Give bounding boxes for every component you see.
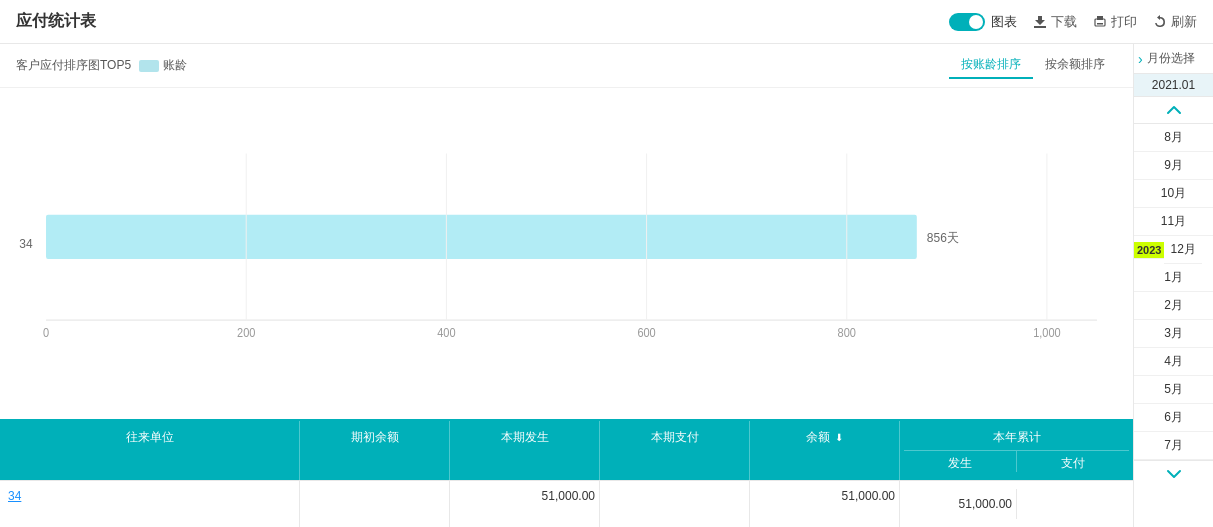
ytd-payment-label: 支付	[1017, 451, 1129, 472]
right-sidebar: › 月份选择 2021.01 8月9月10月11月 202312月1月2月3月4月…	[1133, 44, 1213, 527]
chart-legend: 客户应付排序图TOP5 账龄	[16, 57, 187, 74]
main-content: 客户应付排序图TOP5 账龄 按账龄排序 按余额排序 34	[0, 44, 1213, 527]
month-item[interactable]: 12月	[1164, 236, 1201, 264]
cell-ytd: 51,000.00	[900, 481, 1133, 527]
sort-tabs: 按账龄排序 按余额排序	[949, 52, 1117, 79]
col-header-current-payment: 本期支付	[600, 421, 750, 480]
legend-balance-label: 账龄	[163, 57, 187, 74]
chevron-down-icon	[1166, 469, 1182, 479]
svg-text:34: 34	[19, 236, 32, 251]
month-item[interactable]: 8月	[1134, 124, 1213, 152]
download-icon	[1033, 15, 1047, 29]
cell-unit: 34	[0, 481, 300, 527]
month-item[interactable]: 5月	[1134, 376, 1213, 404]
col-header-current-occur: 本期发生	[450, 421, 600, 480]
chart-svg: 34 856天 0 200 400 600 800 1,000	[16, 98, 1117, 409]
print-button[interactable]: 打印	[1093, 13, 1137, 31]
cell-ytd-occur: 51,000.00	[904, 489, 1017, 519]
col-header-ytd: 本年累计 发生 支付	[900, 421, 1133, 480]
chart-controls: 客户应付排序图TOP5 账龄 按账龄排序 按余额排序	[0, 44, 1133, 88]
download-label: 下载	[1051, 13, 1077, 31]
unit-link[interactable]: 34	[8, 489, 21, 503]
print-label: 打印	[1111, 13, 1137, 31]
table-area: 往来单位 期初余额 本期发生 本期支付 余额 ⬇ 本年累计 发生 支付	[0, 419, 1133, 527]
legend-color-balance	[139, 60, 159, 72]
svg-text:800: 800	[838, 325, 856, 339]
svg-text:400: 400	[437, 325, 455, 339]
refresh-icon	[1153, 15, 1167, 29]
svg-rect-5	[46, 215, 917, 259]
page-title: 应付统计表	[16, 11, 96, 32]
month-item[interactable]: 3月	[1134, 320, 1213, 348]
month-item[interactable]: 7月	[1134, 432, 1213, 460]
balance-icon: ⬇	[835, 432, 843, 443]
sidebar-down-button[interactable]	[1134, 460, 1213, 487]
cell-opening	[300, 481, 450, 527]
month-item[interactable]: 1月	[1134, 264, 1213, 292]
sidebar-header-row: › 月份选择	[1134, 44, 1213, 74]
month-item[interactable]: 9月	[1134, 152, 1213, 180]
legend-balance: 账龄	[139, 57, 187, 74]
sidebar-up-button[interactable]	[1134, 97, 1213, 124]
refresh-button[interactable]: 刷新	[1153, 13, 1197, 31]
chart-wrapper: 34 856天 0 200 400 600 800 1,000	[0, 88, 1133, 419]
svg-text:856天: 856天	[927, 231, 959, 246]
download-button[interactable]: 下载	[1033, 13, 1077, 31]
month-item[interactable]: 2月	[1134, 292, 1213, 320]
col-header-balance: 余额 ⬇	[750, 421, 900, 480]
legend-top5-label: 客户应付排序图TOP5	[16, 57, 131, 74]
svg-text:0: 0	[43, 325, 49, 339]
month-list: 8月9月10月11月 202312月1月2月3月4月5月6月7月	[1134, 124, 1213, 460]
svg-text:1,000: 1,000	[1033, 325, 1061, 339]
chart-toggle[interactable]	[949, 13, 985, 31]
ytd-occur-label: 发生	[904, 451, 1017, 472]
svg-text:600: 600	[637, 325, 655, 339]
month-item[interactable]: 4月	[1134, 348, 1213, 376]
month-item[interactable]: 6月	[1134, 404, 1213, 432]
sidebar-header-label: 月份选择	[1147, 50, 1195, 67]
chart-toggle-group: 图表	[949, 13, 1017, 31]
table-header: 往来单位 期初余额 本期发生 本期支付 余额 ⬇ 本年累计 发生 支付	[0, 421, 1133, 480]
svg-rect-0	[1034, 26, 1046, 28]
col-header-unit: 往来单位	[0, 421, 300, 480]
chevron-right-icon: ›	[1138, 51, 1143, 67]
svg-rect-1	[1095, 19, 1105, 26]
chart-label: 图表	[991, 13, 1017, 31]
table-row: 34 51,000.00 51,000.00 51,000.00	[0, 480, 1133, 527]
sidebar-year-select[interactable]: 2021.01	[1134, 74, 1213, 97]
balance-label: 余额	[806, 430, 830, 444]
col-header-opening: 期初余额	[300, 421, 450, 480]
header: 应付统计表 图表 下载 打印 刷新	[0, 0, 1213, 44]
legend-top5: 客户应付排序图TOP5	[16, 57, 131, 74]
cell-current-occur: 51,000.00	[450, 481, 600, 527]
sort-tab-age[interactable]: 按账龄排序	[949, 52, 1033, 79]
chart-area: 客户应付排序图TOP5 账龄 按账龄排序 按余额排序 34	[0, 44, 1133, 527]
month-item[interactable]: 10月	[1134, 180, 1213, 208]
svg-text:200: 200	[237, 325, 255, 339]
sort-tab-balance[interactable]: 按余额排序	[1033, 52, 1117, 79]
year-marker: 2023	[1134, 242, 1164, 259]
print-icon	[1093, 15, 1107, 29]
svg-rect-3	[1097, 23, 1103, 25]
cell-balance: 51,000.00	[750, 481, 900, 527]
svg-rect-2	[1097, 16, 1103, 20]
header-actions: 图表 下载 打印 刷新	[949, 13, 1197, 31]
cell-ytd-payment	[1017, 489, 1129, 519]
refresh-label: 刷新	[1171, 13, 1197, 31]
chevron-up-icon	[1166, 105, 1182, 115]
month-item[interactable]: 11月	[1134, 208, 1213, 236]
ytd-label: 本年累计	[993, 429, 1041, 446]
cell-current-payment	[600, 481, 750, 527]
